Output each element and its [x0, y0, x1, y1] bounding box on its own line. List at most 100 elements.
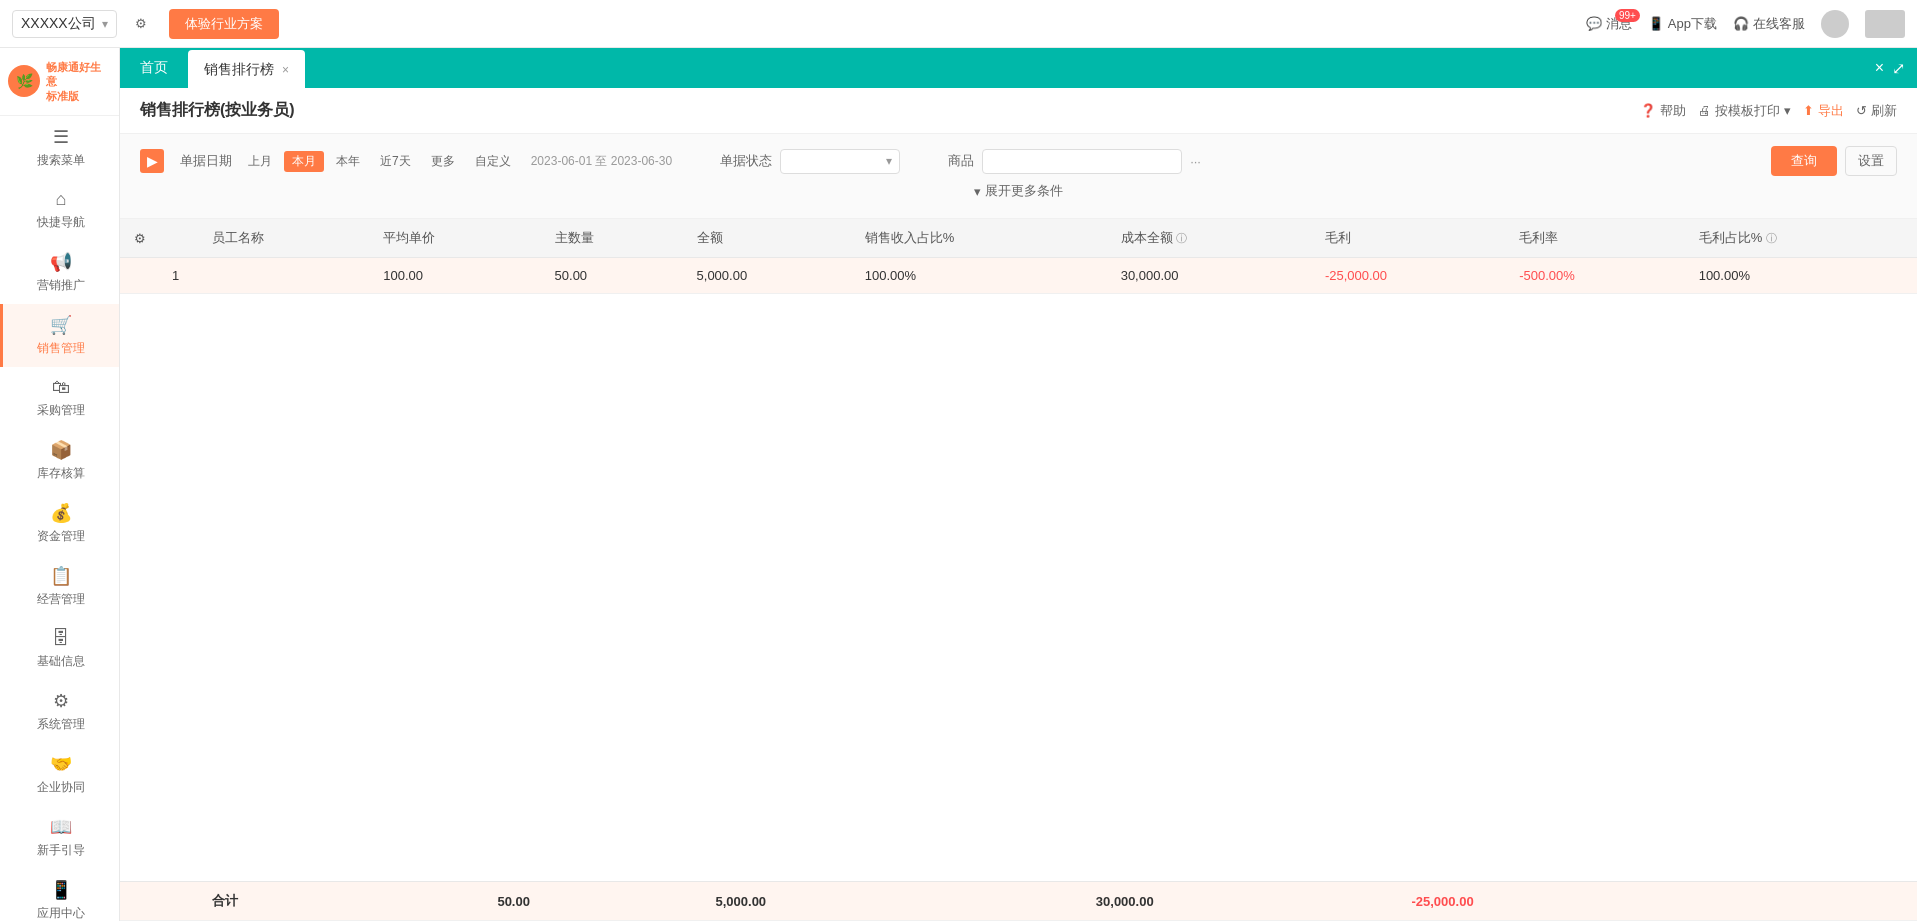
row-cost-amount-cell: 30,000.00: [1109, 258, 1313, 294]
sidebar-item-inventory[interactable]: 📦 库存核算: [0, 429, 119, 492]
sidebar-item-label: 搜索菜单: [37, 152, 85, 169]
page-actions: ❓ 帮助 🖨 按模板打印 ▾ ⬆ 导出 ↺ 刷新: [1640, 102, 1897, 120]
tab-sales-ranking[interactable]: 销售排行榜 ×: [188, 50, 305, 90]
filter-toggle-button[interactable]: ▶: [140, 149, 164, 173]
company-selector[interactable]: XXXXX公司 ▾: [12, 10, 117, 38]
row-main-qty-cell: 50.00: [543, 258, 685, 294]
chevron-down-icon: ▾: [974, 184, 981, 199]
expand-conditions-button[interactable]: ▾ 展开更多条件: [974, 182, 1063, 200]
sidebar-item-sales[interactable]: 🛒 销售管理: [0, 304, 119, 367]
online-service-button[interactable]: 🎧 在线客服: [1733, 15, 1805, 33]
handshake-icon: 🤝: [50, 753, 72, 775]
expand-row: ▾ 展开更多条件: [140, 176, 1897, 206]
query-button[interactable]: 查询: [1771, 146, 1837, 176]
main-layout: 🌿 畅康通好生意标准版 ☰ 搜索菜单 ⌂ 快捷导航 📢 营销推广 🛒 销售管理 …: [0, 48, 1917, 921]
date-tab-7days[interactable]: 近7天: [372, 151, 419, 172]
export-button[interactable]: ⬆ 导出: [1803, 102, 1844, 120]
date-range-display: 2023-06-01 至 2023-06-30: [531, 153, 672, 170]
sidebar-item-label: 新手引导: [37, 842, 85, 859]
table-footer: 合计 50.00 5,000.00 30,000.00 -25,000.00: [120, 881, 1917, 921]
app-download-button[interactable]: 📱 App下载: [1648, 15, 1717, 33]
page-title: 销售排行榜(按业务员): [140, 100, 295, 121]
sidebar-item-label: 资金管理: [37, 528, 85, 545]
question-icon: ❓: [1640, 103, 1656, 118]
col-header-gross-pct: 毛利占比% ⓘ: [1687, 219, 1917, 258]
date-tab-this-year[interactable]: 本年: [328, 151, 368, 172]
row-gross-margin-cell: -500.00%: [1507, 258, 1687, 294]
sales-ranking-table: ⚙ 员工名称 平均单价 主数量 全额 销售收入占比% 成本全额 ⓘ 毛利 毛利率…: [120, 219, 1917, 294]
content-area: 首页 销售排行榜 × × ⤢ 销售排行榜(按业务员) ❓ 帮助: [120, 48, 1917, 921]
message-badge: 99+: [1615, 9, 1640, 22]
table-body: 1 100.00 50.00 5,000.00 100.00% 30,000.0…: [120, 258, 1917, 294]
message-button[interactable]: 💬 消息 99+: [1586, 15, 1632, 33]
status-select[interactable]: [780, 149, 900, 174]
sidebar-item-apps[interactable]: 📱 应用中心: [0, 869, 119, 921]
sidebar-item-search-orders[interactable]: ☰ 搜索菜单: [0, 116, 119, 179]
sidebar-item-label: 企业协同: [37, 779, 85, 796]
logo-icon: 🌿: [8, 65, 40, 97]
date-tab-last-month[interactable]: 上月: [240, 151, 280, 172]
print-button[interactable]: 🖨 按模板打印 ▾: [1698, 102, 1791, 120]
goods-input[interactable]: [982, 149, 1182, 174]
online-service-label: 在线客服: [1753, 15, 1805, 33]
col-header-main-qty: 主数量: [543, 219, 685, 258]
sidebar-item-guide[interactable]: 📖 新手引导: [0, 806, 119, 869]
footer-label-cell: 合计: [200, 882, 393, 921]
page-header: 销售排行榜(按业务员) ❓ 帮助 🖨 按模板打印 ▾ ⬆ 导出: [120, 88, 1917, 134]
gross-pct-info-icon[interactable]: ⓘ: [1766, 232, 1777, 244]
top-header: XXXXX公司 ▾ ⚙ 体验行业方案 💬 消息 99+ 📱 App下载 🎧 在线…: [0, 0, 1917, 48]
sidebar-item-finance[interactable]: 💰 资金管理: [0, 492, 119, 555]
purchase-icon: 🛍: [52, 377, 70, 398]
cost-info-icon[interactable]: ⓘ: [1176, 232, 1187, 244]
more-dots-icon[interactable]: ···: [1190, 154, 1201, 169]
status-select-wrapper: [780, 149, 900, 174]
date-tab-more[interactable]: 更多: [423, 151, 463, 172]
col-header-amount: 全额: [685, 219, 853, 258]
col-header-settings[interactable]: ⚙: [120, 219, 160, 258]
sidebar-item-system[interactable]: ⚙ 系统管理: [0, 680, 119, 743]
app-download-label: App下载: [1668, 15, 1717, 33]
row-gross-profit-cell: -25,000.00: [1313, 258, 1507, 294]
sidebar-item-label: 基础信息: [37, 653, 85, 670]
sidebar: 🌿 畅康通好生意标准版 ☰ 搜索菜单 ⌂ 快捷导航 📢 营销推广 🛒 销售管理 …: [0, 48, 120, 921]
row-sales-pct-cell: 100.00%: [853, 258, 1109, 294]
status-filter-label: 单据状态: [720, 152, 772, 170]
footer-gross-pct-cell: [1824, 882, 1917, 921]
col-header-avg-price: 平均单价: [371, 219, 542, 258]
user-avatar[interactable]: [1821, 10, 1849, 38]
sidebar-item-label: 销售管理: [37, 340, 85, 357]
trial-button[interactable]: 体验行业方案: [169, 9, 279, 39]
sidebar-item-enterprise[interactable]: 🤝 企业协同: [0, 743, 119, 806]
sidebar-item-operations[interactable]: 📋 经营管理: [0, 555, 119, 618]
sidebar-item-basics[interactable]: 🗄 基础信息: [0, 618, 119, 680]
cart-icon: 🛒: [50, 314, 72, 336]
close-window-icon[interactable]: ×: [1875, 59, 1884, 77]
phone-icon: 📱: [1648, 16, 1664, 31]
date-tab-this-month[interactable]: 本月: [284, 151, 324, 172]
date-tab-custom[interactable]: 自定义: [467, 151, 519, 172]
maximize-icon[interactable]: ⤢: [1892, 59, 1905, 78]
help-button[interactable]: ❓ 帮助: [1640, 102, 1686, 120]
sidebar-item-marketing[interactable]: 📢 营销推广: [0, 241, 119, 304]
export-label: 导出: [1818, 102, 1844, 120]
row-settings-cell: [120, 258, 160, 294]
footer-avg-price-cell: [393, 882, 486, 921]
refresh-button[interactable]: ↺ 刷新: [1856, 102, 1897, 120]
refresh-label: 刷新: [1871, 102, 1897, 120]
sidebar-item-label: 库存核算: [37, 465, 85, 482]
table-row: 1 100.00 50.00 5,000.00 100.00% 30,000.0…: [120, 258, 1917, 294]
settings-link[interactable]: 设置: [1845, 146, 1897, 176]
user-name-display: [1865, 10, 1905, 38]
sidebar-item-purchase[interactable]: 🛍 采购管理: [0, 367, 119, 429]
sidebar-item-quick-nav[interactable]: ⌂ 快捷导航: [0, 179, 119, 241]
sidebar-logo: 🌿 畅康通好生意标准版: [0, 48, 119, 116]
row-rank-cell: 1: [160, 258, 200, 294]
box-icon: 📦: [50, 439, 72, 461]
header-settings-button[interactable]: ⚙: [125, 8, 157, 40]
filter-status-item: 单据状态: [720, 149, 900, 174]
tab-close-icon[interactable]: ×: [282, 63, 289, 77]
goods-filter-label: 商品: [948, 152, 974, 170]
tab-home[interactable]: 首页: [120, 48, 188, 88]
sidebar-item-label: 快捷导航: [37, 214, 85, 231]
footer-sales-pct-cell: [991, 882, 1084, 921]
